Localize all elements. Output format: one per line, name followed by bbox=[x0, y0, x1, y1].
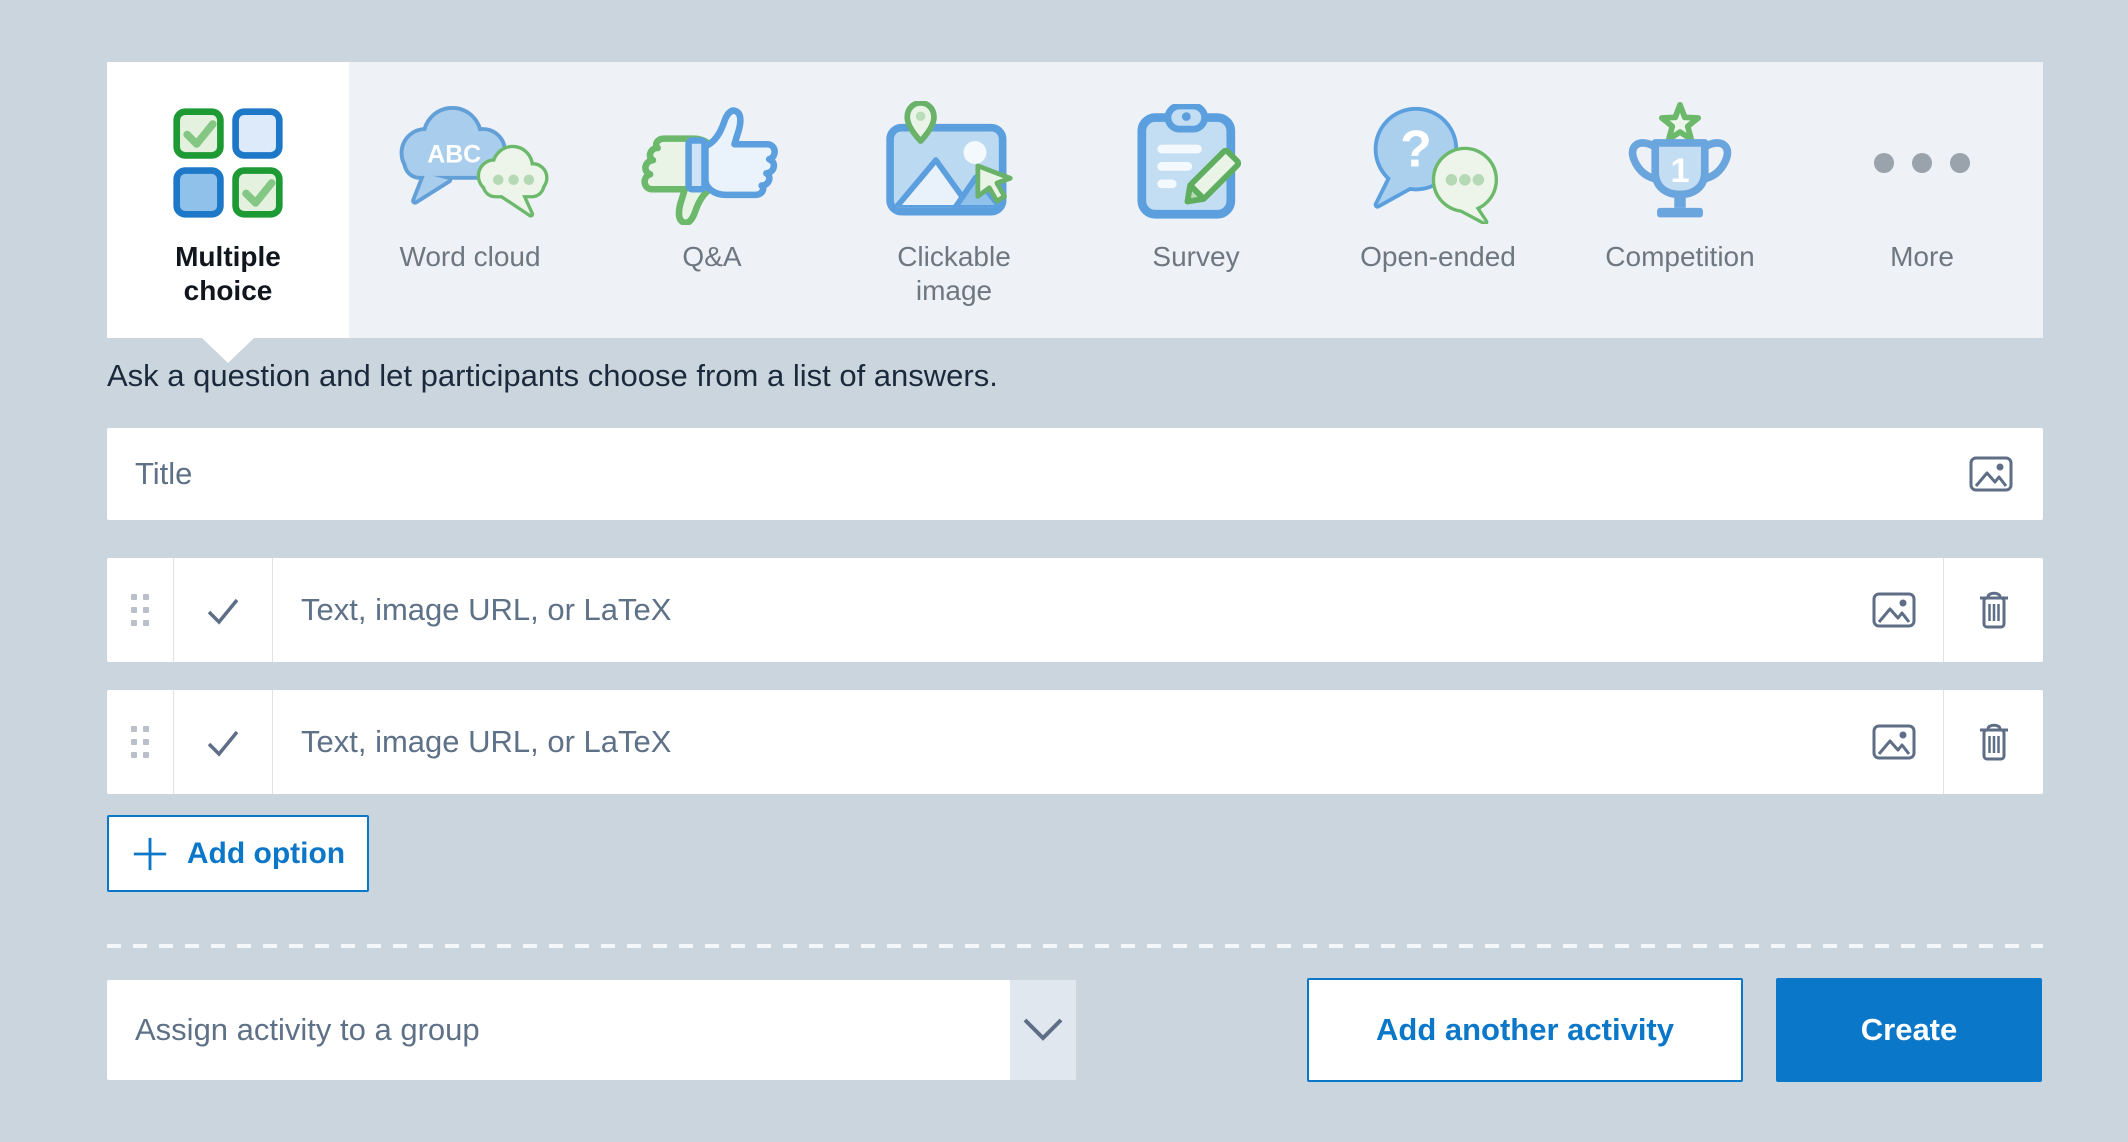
rank-number-text: 1 bbox=[1670, 152, 1689, 190]
title-add-image-button[interactable] bbox=[1939, 428, 2043, 520]
multiple-choice-icon bbox=[171, 90, 285, 236]
competition-trophy-icon: 1 bbox=[1613, 90, 1747, 236]
image-icon bbox=[1872, 724, 1916, 759]
section-divider bbox=[107, 944, 2043, 948]
trash-icon bbox=[1979, 591, 2008, 629]
title-input[interactable] bbox=[107, 456, 1939, 492]
check-icon bbox=[207, 598, 239, 625]
option-delete-button[interactable] bbox=[1943, 558, 2043, 662]
tab-label: Q&A bbox=[682, 241, 742, 272]
select-chevron-box bbox=[1010, 980, 1076, 1080]
more-dots-icon bbox=[1862, 90, 1982, 236]
option-row bbox=[107, 690, 2043, 794]
activity-description: Ask a question and let participants choo… bbox=[107, 358, 998, 393]
correct-answer-toggle[interactable] bbox=[174, 558, 273, 662]
plus-icon bbox=[133, 837, 167, 870]
option-add-image-button[interactable] bbox=[1845, 558, 1943, 662]
star-icon bbox=[1659, 101, 1701, 143]
option-input[interactable] bbox=[273, 558, 1845, 662]
option-delete-button[interactable] bbox=[1943, 690, 2043, 794]
option-drag-handle[interactable] bbox=[107, 558, 174, 662]
option-input[interactable] bbox=[273, 690, 1845, 794]
image-icon bbox=[1872, 592, 1916, 627]
tab-label: Open-ended bbox=[1360, 241, 1516, 272]
tab-competition[interactable]: 1 Competition bbox=[1559, 62, 1801, 338]
drag-dots-icon bbox=[131, 726, 149, 758]
word-cloud-abc-text: ABC bbox=[427, 141, 481, 169]
word-cloud-icon: ABC bbox=[391, 90, 549, 236]
check-icon bbox=[207, 730, 239, 757]
option-add-image-button[interactable] bbox=[1845, 690, 1943, 794]
tab-clickable-image[interactable]: Clickable image bbox=[833, 62, 1075, 338]
add-option-label: Add option bbox=[186, 836, 346, 870]
question-mark-text: ? bbox=[1400, 119, 1432, 177]
tab-survey[interactable]: Survey bbox=[1075, 62, 1317, 338]
tab-label: Survey bbox=[1152, 241, 1240, 272]
activity-type-tabs: Multiple choice ABC Word cloud Q&A Click… bbox=[107, 62, 2043, 338]
thumbs-up-down-icon bbox=[637, 90, 787, 236]
tab-label: Word cloud bbox=[399, 241, 541, 272]
tab-label: More bbox=[1890, 241, 1954, 272]
tab-qa[interactable]: Q&A bbox=[591, 62, 833, 338]
tab-multiple-choice[interactable]: Multiple choice bbox=[107, 62, 349, 338]
clickable-image-icon bbox=[882, 90, 1026, 236]
tab-word-cloud[interactable]: ABC Word cloud bbox=[349, 62, 591, 338]
drag-dots-icon bbox=[131, 594, 149, 626]
tab-label: Clickable image bbox=[897, 241, 1011, 306]
trash-icon bbox=[1979, 723, 2008, 761]
assign-group-select[interactable]: Assign activity to a group bbox=[107, 980, 1076, 1080]
tab-label: Multiple choice bbox=[175, 241, 281, 306]
image-icon bbox=[1969, 456, 2013, 491]
assign-group-placeholder: Assign activity to a group bbox=[135, 1012, 480, 1047]
create-activity-screen: Multiple choice ABC Word cloud Q&A Click… bbox=[0, 0, 2128, 1142]
tab-more[interactable]: More bbox=[1801, 62, 2043, 338]
title-row bbox=[107, 428, 2043, 520]
option-drag-handle[interactable] bbox=[107, 690, 174, 794]
open-ended-icon: ? bbox=[1366, 90, 1510, 236]
add-option-button[interactable]: Add option bbox=[107, 815, 369, 892]
add-another-activity-button[interactable]: Add another activity bbox=[1307, 978, 1743, 1082]
create-button[interactable]: Create bbox=[1776, 978, 2042, 1082]
option-row bbox=[107, 558, 2043, 662]
survey-icon bbox=[1132, 90, 1260, 236]
correct-answer-toggle[interactable] bbox=[174, 690, 273, 794]
chevron-down-icon bbox=[1023, 1018, 1063, 1041]
tab-open-ended[interactable]: ? Open-ended bbox=[1317, 62, 1559, 338]
tab-label: Competition bbox=[1605, 241, 1755, 272]
